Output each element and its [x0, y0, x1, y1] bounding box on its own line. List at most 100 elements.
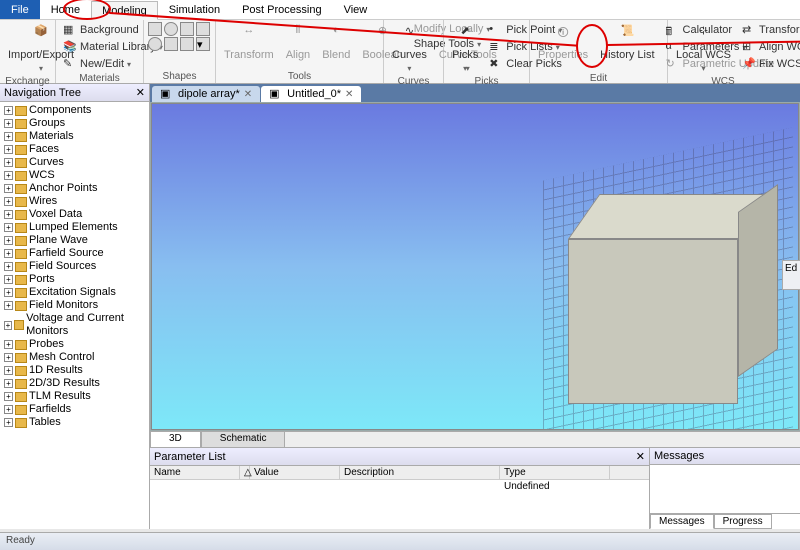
menu-file[interactable]: File — [0, 0, 40, 19]
shape-sphere-icon[interactable] — [164, 22, 178, 36]
align-button[interactable]: ⫴Align — [282, 22, 314, 63]
tree-item[interactable]: +Voxel Data — [2, 208, 147, 221]
tree-item[interactable]: +Anchor Points — [2, 182, 147, 195]
progress-tab[interactable]: Progress — [714, 514, 772, 529]
expand-icon[interactable]: + — [4, 106, 13, 115]
history-list-button[interactable]: 📜History List — [596, 22, 658, 63]
transform-wcs-button[interactable]: ⇄Transform WCS — [739, 22, 800, 38]
expand-icon[interactable]: + — [4, 392, 13, 401]
expand-icon[interactable]: + — [4, 223, 13, 232]
doc-tab-1[interactable]: ▣ Untitled_0* ✕ — [261, 86, 361, 102]
shape-cone-icon[interactable] — [196, 22, 210, 36]
tree-item[interactable]: +Plane Wave — [2, 234, 147, 247]
tree-item[interactable]: + Field Sources — [2, 260, 147, 273]
tree-item[interactable]: +Tables — [2, 416, 147, 429]
local-wcs-button[interactable]: ⊹Local WCS — [672, 22, 735, 75]
folder-icon — [15, 301, 27, 311]
folder-icon — [15, 392, 27, 402]
tree-item[interactable]: +Materials — [2, 130, 147, 143]
messages-tab[interactable]: Messages — [650, 514, 714, 529]
expand-icon[interactable]: + — [4, 379, 13, 388]
align-wcs-button[interactable]: ⊞Align WCS — [739, 39, 800, 55]
viewport-3d[interactable] — [151, 103, 799, 430]
fix-wcs-button[interactable]: 📌Fix WCS — [739, 56, 800, 72]
panel-close-icon[interactable]: ✕ — [136, 86, 145, 99]
blend-button[interactable]: ◐Blend — [318, 22, 354, 63]
expand-icon[interactable]: + — [4, 184, 13, 193]
menu-home[interactable]: Home — [40, 0, 91, 19]
tree-item[interactable]: +Faces — [2, 143, 147, 156]
expand-icon[interactable]: + — [4, 275, 13, 284]
tree-item-label: Field Sources — [29, 260, 96, 273]
tree-item[interactable]: +Voltage and Current Monitors — [2, 312, 147, 338]
menu-post-processing[interactable]: Post Processing — [231, 0, 332, 19]
ribbon-group-shapes: Shapes — [148, 70, 211, 82]
close-icon[interactable]: ✕ — [345, 89, 353, 100]
shape-more-icon[interactable]: ▾ — [196, 37, 210, 51]
tree-item[interactable]: +Farfield Source — [2, 247, 147, 260]
expand-icon[interactable]: + — [4, 340, 13, 349]
view-tab-schematic[interactable]: Schematic — [201, 431, 286, 447]
tree-item[interactable]: +Farfields — [2, 403, 147, 416]
expand-icon[interactable]: + — [4, 210, 13, 219]
tree-item[interactable]: +WCS — [2, 169, 147, 182]
local-wcs-icon: ⊹ — [693, 24, 715, 46]
tree-item[interactable]: +Probes — [2, 338, 147, 351]
tree-item[interactable]: +Ports — [2, 273, 147, 286]
curves-button[interactable]: ∿Curves — [388, 22, 431, 75]
shape-brick-icon[interactable] — [148, 22, 162, 36]
tree-item[interactable]: +Mesh Control — [2, 351, 147, 364]
tree-item[interactable]: +Field Monitors — [2, 299, 147, 312]
folder-icon — [15, 210, 27, 220]
tree-item[interactable]: +1D Results — [2, 364, 147, 377]
tree-item[interactable]: +Lumped Elements — [2, 221, 147, 234]
expand-icon[interactable]: + — [4, 158, 13, 167]
expand-icon[interactable]: + — [4, 321, 12, 330]
tree-item[interactable]: +Components — [2, 104, 147, 117]
menu-modeling[interactable]: Modeling — [91, 1, 158, 20]
expand-icon[interactable]: + — [4, 288, 13, 297]
expand-icon[interactable]: + — [4, 171, 13, 180]
expand-icon[interactable]: + — [4, 145, 13, 154]
shape-rotate-icon[interactable] — [180, 37, 194, 51]
picks-button[interactable]: ⬈Picks — [448, 22, 482, 75]
close-icon[interactable]: ✕ — [244, 89, 252, 100]
tree-item[interactable]: + Groups — [2, 117, 147, 130]
expand-icon[interactable]: + — [4, 405, 13, 414]
expand-icon[interactable]: + — [4, 236, 13, 245]
expand-icon[interactable]: + — [4, 418, 13, 427]
navigation-tree[interactable]: +Components+Groups+Materials+Faces+Curve… — [0, 102, 149, 529]
menu-simulation[interactable]: Simulation — [158, 0, 231, 19]
ribbon-group-edit: Edit — [534, 72, 663, 84]
view-tab-3d[interactable]: 3D — [150, 431, 201, 447]
shape-extrude-icon[interactable] — [164, 37, 178, 51]
tree-item[interactable]: +TLM Results — [2, 390, 147, 403]
shape-torus-icon[interactable] — [148, 37, 162, 51]
panel-close-icon[interactable]: ✕ — [636, 450, 645, 463]
expand-icon[interactable]: + — [4, 353, 13, 362]
expand-icon[interactable]: + — [4, 301, 13, 310]
expand-icon[interactable]: + — [4, 262, 13, 271]
expand-icon[interactable]: + — [4, 119, 13, 128]
tree-item-label: 1D Results — [29, 364, 83, 377]
expand-icon[interactable]: + — [4, 249, 13, 258]
properties-button[interactable]: 🛈Properties — [534, 22, 592, 63]
expand-icon[interactable]: + — [4, 132, 13, 141]
tree-item[interactable]: +Curves — [2, 156, 147, 169]
doc-tab-0[interactable]: ▣ dipole array* ✕ — [152, 86, 260, 102]
parameter-row[interactable]: Undefined — [150, 480, 649, 493]
tree-item[interactable]: +Wires — [2, 195, 147, 208]
expand-icon[interactable]: + — [4, 366, 13, 375]
tree-item[interactable]: +2D/3D Results — [2, 377, 147, 390]
menu-view[interactable]: View — [333, 0, 379, 19]
tree-item-label: Groups — [29, 117, 65, 130]
shape-cylinder-icon[interactable] — [180, 22, 194, 36]
transform-icon: ↔ — [238, 24, 260, 46]
transform-button[interactable]: ↔Transform — [220, 22, 278, 63]
tree-item[interactable]: +Excitation Signals — [2, 286, 147, 299]
navigation-panel: Navigation Tree ✕ +Components+Groups+Mat… — [0, 84, 150, 529]
model-cube[interactable] — [568, 194, 778, 404]
parameter-list-header: Parameter List ✕ — [150, 448, 649, 466]
menu-bar: File Home Modeling Simulation Post Proce… — [0, 0, 800, 20]
expand-icon[interactable]: + — [4, 197, 13, 206]
